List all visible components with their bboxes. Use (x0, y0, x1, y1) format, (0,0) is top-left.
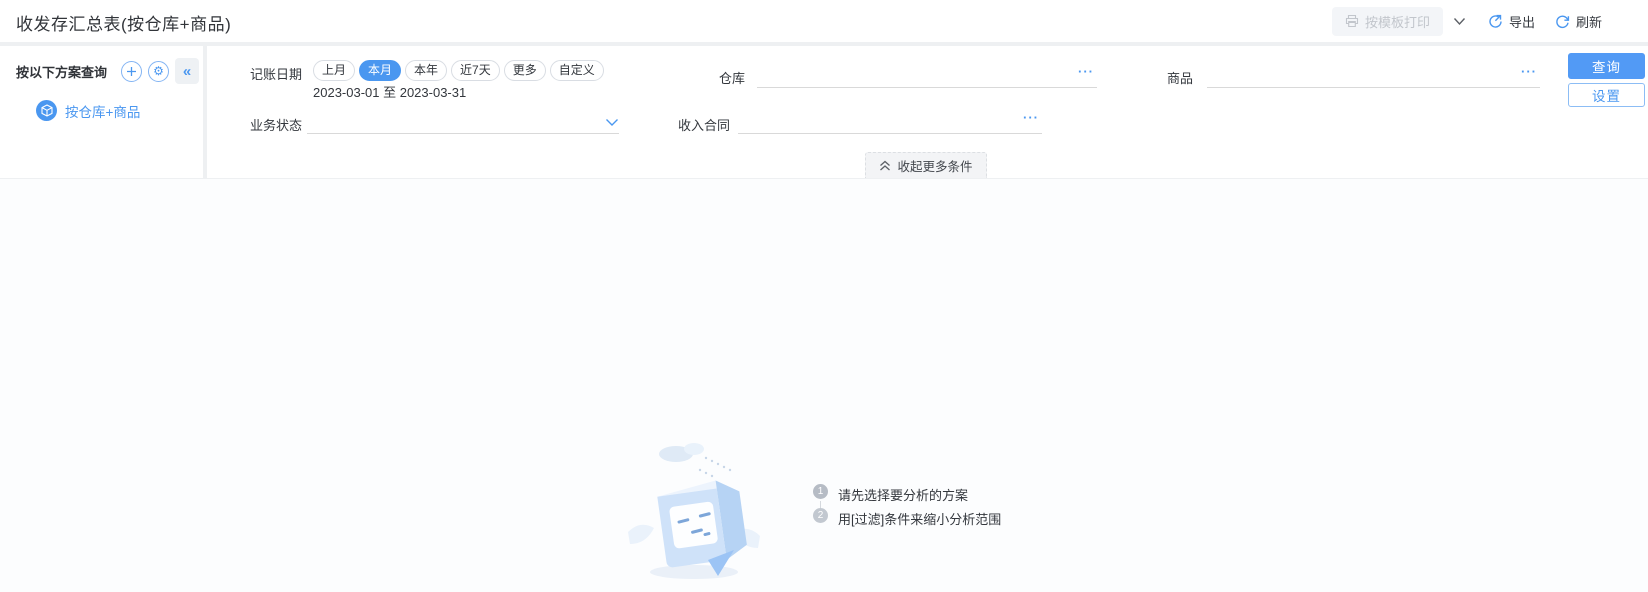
page-title: 收发存汇总表(按仓库+商品) (16, 15, 232, 34)
income-contract-more-icon[interactable]: ··· (1020, 111, 1042, 124)
product-field: ··· (1207, 63, 1540, 88)
filter-panel: 记账日期 上月 本月 本年 近7天 更多 自定义 2023-03-01 至 20… (207, 46, 1648, 178)
biz-status-filter-label: 业务状态 (250, 118, 303, 133)
query-button[interactable]: 查询 (1568, 53, 1645, 79)
product-more-icon[interactable]: ··· (1518, 65, 1540, 78)
refresh-icon (1555, 14, 1570, 29)
content-area: 1 请先选择要分析的方案 2 用[过滤]条件来缩小分析范围 (0, 179, 1648, 592)
sidebar-head: 按以下方案查询 + ⚙ « (0, 46, 203, 84)
step-1-text: 请先选择要分析的方案 (838, 488, 969, 503)
export-icon (1488, 14, 1503, 29)
sidebar-tools: + ⚙ « (121, 58, 199, 84)
add-scheme-button[interactable]: + (121, 60, 142, 82)
product-input[interactable] (1207, 66, 1518, 84)
print-dropdown-chevron-icon[interactable] (1451, 17, 1468, 26)
date-option-this-year[interactable]: 本年 (405, 60, 448, 81)
cube-scheme-icon (36, 100, 57, 121)
biz-status-select[interactable] (307, 112, 605, 130)
sidebar-item-scheme[interactable]: 按仓库+商品 (36, 100, 203, 121)
print-by-template-label: 按模板打印 (1364, 14, 1430, 30)
print-group: 按模板打印 (1331, 6, 1468, 36)
product-filter-label: 商品 (1167, 71, 1194, 86)
header: 收发存汇总表(按仓库+商品) 按模板打印 导出 刷新 (0, 0, 1648, 42)
collapse-conditions-label: 收起更多条件 (897, 160, 973, 174)
step-2-badge: 2 (813, 508, 828, 523)
biz-status-field (307, 109, 619, 134)
settings-button[interactable]: 设置 (1568, 83, 1645, 107)
scheme-settings-gear-button[interactable]: ⚙ (148, 60, 169, 82)
step-2-text: 用[过滤]条件来缩小分析范围 (838, 512, 1002, 527)
step-1-badge: 1 (813, 484, 828, 499)
date-range-text[interactable]: 2023-03-01 至 2023-03-31 (313, 82, 466, 101)
app-root: 收发存汇总表(按仓库+商品) 按模板打印 导出 刷新 按以下方案查询 ⚙ « 按… (0, 0, 1648, 592)
date-option-more[interactable]: 更多 (503, 60, 546, 81)
header-actions: 按模板打印 导出 刷新 (1331, 6, 1602, 36)
empty-cube-illustration (610, 432, 780, 587)
empty-state: 1 请先选择要分析的方案 2 用[过滤]条件来缩小分析范围 (610, 432, 1050, 592)
export-label: 导出 (1508, 14, 1535, 30)
collapse-conditions-tab[interactable]: 收起更多条件 (865, 152, 987, 178)
income-contract-field: ··· (738, 109, 1042, 134)
biz-status-chevron-down-icon[interactable] (605, 118, 619, 127)
income-contract-input[interactable] (738, 112, 1020, 130)
sidebar: 按以下方案查询 + ⚙ « 按仓库+商品 (0, 46, 203, 178)
warehouse-field: ··· (757, 63, 1097, 88)
warehouse-input[interactable] (757, 66, 1075, 84)
income-contract-filter-label: 收入合同 (678, 118, 731, 133)
date-filter-label: 记账日期 (250, 67, 303, 82)
sidebar-title: 按以下方案查询 (16, 64, 108, 80)
date-option-last-month[interactable]: 上月 (313, 60, 356, 81)
collapse-sidebar-button[interactable]: « (175, 58, 199, 84)
refresh-label: 刷新 (1575, 14, 1602, 30)
gear-icon: ⚙ (153, 64, 164, 78)
date-option-custom[interactable]: 自定义 (549, 60, 604, 81)
double-chevron-up-icon (879, 160, 891, 172)
date-option-this-month[interactable]: 本月 (359, 60, 402, 81)
date-option-last-7-days[interactable]: 近7天 (451, 60, 500, 81)
double-chevron-left-icon: « (182, 62, 192, 80)
warehouse-filter-label: 仓库 (719, 71, 746, 86)
refresh-button[interactable]: 刷新 (1555, 12, 1602, 31)
export-button[interactable]: 导出 (1488, 12, 1535, 31)
print-by-template-button[interactable]: 按模板打印 (1331, 6, 1443, 36)
date-quick-options: 上月 本月 本年 近7天 更多 自定义 (313, 60, 604, 81)
warehouse-more-icon[interactable]: ··· (1075, 65, 1097, 78)
printer-icon (1345, 14, 1359, 28)
sidebar-item-label: 按仓库+商品 (65, 104, 141, 120)
